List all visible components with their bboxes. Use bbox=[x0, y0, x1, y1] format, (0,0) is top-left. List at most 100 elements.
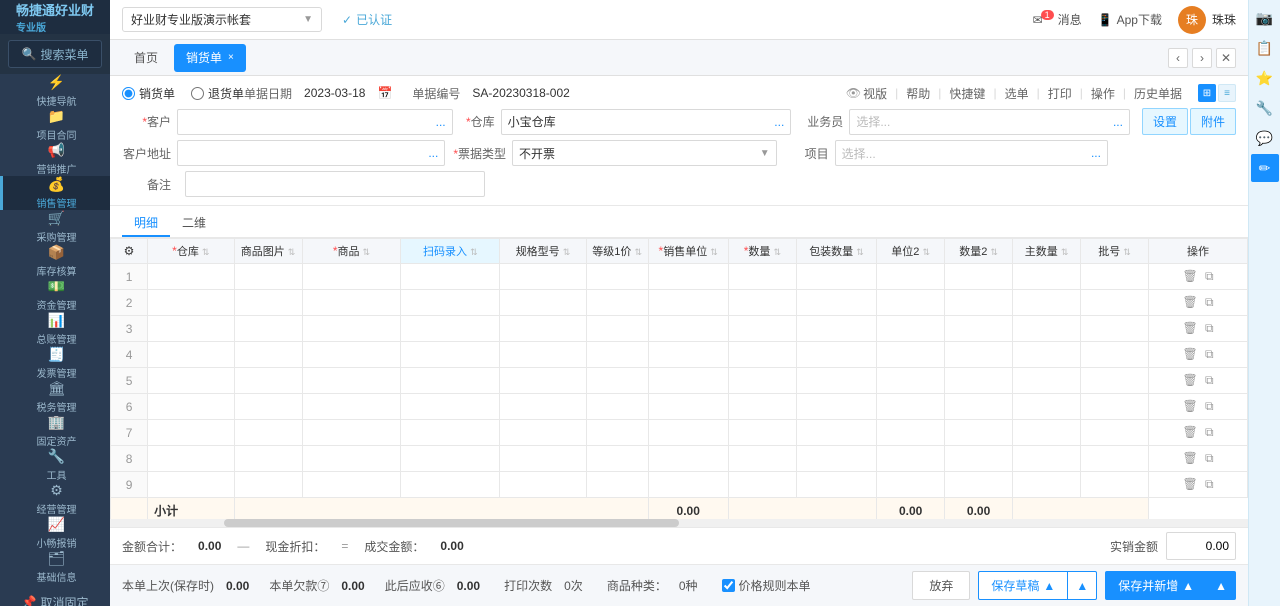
grid-view-btn[interactable]: ⊞ bbox=[1198, 84, 1216, 102]
remark-input[interactable] bbox=[185, 171, 485, 197]
row-cell[interactable] bbox=[728, 472, 796, 498]
message-button[interactable]: ✉ 1 消息 bbox=[1033, 11, 1082, 28]
row-cell[interactable] bbox=[728, 342, 796, 368]
row-cell[interactable] bbox=[796, 316, 876, 342]
sidebar-item-tools[interactable]: 🔧 工具 bbox=[0, 448, 110, 482]
row-cell[interactable] bbox=[1081, 420, 1149, 446]
sidebar-item-marketing[interactable]: 📢 营销推广 bbox=[0, 142, 110, 176]
row-cell[interactable] bbox=[401, 446, 500, 472]
row-cell[interactable] bbox=[500, 446, 587, 472]
row-cell[interactable] bbox=[1081, 342, 1149, 368]
row-cell[interactable] bbox=[877, 446, 945, 472]
row-cell[interactable] bbox=[648, 472, 728, 498]
sidebar-item-inventory[interactable]: 📦 库存核算 bbox=[0, 244, 110, 278]
save-new-dropdown-button[interactable]: ▲ bbox=[1207, 571, 1236, 600]
list-view-btn[interactable]: ≡ bbox=[1218, 84, 1236, 102]
row-cell[interactable] bbox=[234, 446, 302, 472]
sidebar-item-project[interactable]: 📁 项目合同 bbox=[0, 108, 110, 142]
radio-sales[interactable]: 销货单 bbox=[122, 85, 175, 102]
copy-row-icon[interactable]: ⧉ bbox=[1205, 373, 1214, 387]
row-cell[interactable] bbox=[877, 264, 945, 290]
delete-row-icon[interactable]: 🗑 bbox=[1182, 425, 1197, 439]
radio-return-input[interactable] bbox=[191, 87, 204, 100]
row-cell[interactable] bbox=[401, 316, 500, 342]
row-cell[interactable] bbox=[648, 264, 728, 290]
row-cell[interactable] bbox=[302, 446, 401, 472]
row-cell[interactable] bbox=[1013, 472, 1081, 498]
customer-dots[interactable]: ... bbox=[436, 115, 446, 129]
copy-row-icon[interactable]: ⧉ bbox=[1205, 399, 1214, 413]
row-cell[interactable] bbox=[302, 290, 401, 316]
row-cell[interactable] bbox=[500, 420, 587, 446]
sidebar-item-basic[interactable]: 🗂 基础信息 bbox=[0, 550, 110, 584]
row-cell[interactable] bbox=[148, 368, 235, 394]
sidebar-item-report[interactable]: 📈 小畅报销 bbox=[0, 516, 110, 550]
row-cell[interactable] bbox=[728, 394, 796, 420]
row-cell[interactable] bbox=[500, 342, 587, 368]
row-cell[interactable] bbox=[1013, 316, 1081, 342]
row-cell[interactable] bbox=[1081, 264, 1149, 290]
row-cell[interactable] bbox=[234, 368, 302, 394]
history-btn[interactable]: 历史单据 bbox=[1134, 85, 1182, 102]
shortcut-btn[interactable]: 快捷键 bbox=[949, 85, 985, 102]
delete-row-icon[interactable]: 🗑 bbox=[1182, 295, 1197, 309]
sidebar-item-quick-nav[interactable]: ⚡ 快捷导航 bbox=[0, 74, 110, 108]
row-cell[interactable] bbox=[586, 290, 648, 316]
copy-row-icon[interactable]: ⧉ bbox=[1205, 321, 1214, 335]
realized-amount-input[interactable] bbox=[1166, 532, 1236, 560]
sidebar-item-operations[interactable]: ⚙ 经营管理 bbox=[0, 482, 110, 516]
row-cell[interactable] bbox=[586, 394, 648, 420]
row-cell[interactable] bbox=[500, 264, 587, 290]
row-cell[interactable] bbox=[945, 264, 1013, 290]
row-cell[interactable] bbox=[302, 420, 401, 446]
customer-input[interactable]: ... bbox=[177, 109, 453, 135]
scrollbar-thumb[interactable] bbox=[224, 519, 679, 527]
row-cell[interactable] bbox=[877, 290, 945, 316]
row-cell[interactable] bbox=[500, 472, 587, 498]
price-check-label[interactable]: 价格规则本单 bbox=[722, 577, 811, 594]
help-btn[interactable]: 帮助 bbox=[906, 85, 930, 102]
row-cell[interactable] bbox=[586, 446, 648, 472]
right-panel-star-btn[interactable]: ⭐ bbox=[1251, 64, 1279, 92]
row-cell[interactable] bbox=[796, 472, 876, 498]
invoice-select[interactable]: 不开票 ▼ bbox=[512, 140, 777, 166]
row-cell[interactable] bbox=[500, 290, 587, 316]
delete-row-icon[interactable]: 🗑 bbox=[1182, 321, 1197, 335]
row-cell[interactable] bbox=[500, 394, 587, 420]
row-cell[interactable] bbox=[1081, 446, 1149, 472]
company-selector[interactable]: 好业财专业版演示帐套 ▼ bbox=[122, 7, 322, 32]
row-cell[interactable] bbox=[945, 368, 1013, 394]
save-draft-dropdown-button[interactable]: ▲ bbox=[1068, 571, 1097, 600]
row-cell[interactable] bbox=[877, 472, 945, 498]
project-input[interactable]: 选择... ... bbox=[835, 140, 1108, 166]
row-cell[interactable] bbox=[586, 264, 648, 290]
row-cell[interactable] bbox=[796, 342, 876, 368]
row-cell[interactable] bbox=[586, 368, 648, 394]
delete-row-icon[interactable]: 🗑 bbox=[1182, 373, 1197, 387]
delete-row-icon[interactable]: 🗑 bbox=[1182, 347, 1197, 361]
row-cell[interactable] bbox=[945, 290, 1013, 316]
tab-prev-button[interactable]: ‹ bbox=[1168, 48, 1188, 68]
copy-row-icon[interactable]: ⧉ bbox=[1205, 477, 1214, 491]
row-cell[interactable] bbox=[234, 394, 302, 420]
sidebar-item-accounting[interactable]: 📊 总账管理 bbox=[0, 312, 110, 346]
app-download-button[interactable]: 📱 App下载 bbox=[1098, 11, 1162, 28]
row-cell[interactable] bbox=[877, 368, 945, 394]
row-cell[interactable] bbox=[648, 368, 728, 394]
row-cell[interactable] bbox=[401, 342, 500, 368]
row-cell[interactable] bbox=[302, 264, 401, 290]
sidebar-item-sales[interactable]: 💰 销售管理 bbox=[0, 176, 110, 210]
row-cell[interactable] bbox=[728, 264, 796, 290]
salesperson-dots[interactable]: ... bbox=[1113, 115, 1123, 129]
row-cell[interactable] bbox=[648, 394, 728, 420]
row-cell[interactable] bbox=[728, 420, 796, 446]
price-check-input[interactable] bbox=[722, 579, 735, 592]
row-cell[interactable] bbox=[1013, 290, 1081, 316]
row-cell[interactable] bbox=[796, 446, 876, 472]
row-cell[interactable] bbox=[1013, 420, 1081, 446]
right-panel-chat-btn[interactable]: 💬 bbox=[1251, 124, 1279, 152]
row-cell[interactable] bbox=[234, 316, 302, 342]
row-cell[interactable] bbox=[796, 290, 876, 316]
row-cell[interactable] bbox=[1081, 394, 1149, 420]
sidebar-item-cancel-fixed[interactable]: 📌 取消固定 bbox=[0, 584, 110, 606]
